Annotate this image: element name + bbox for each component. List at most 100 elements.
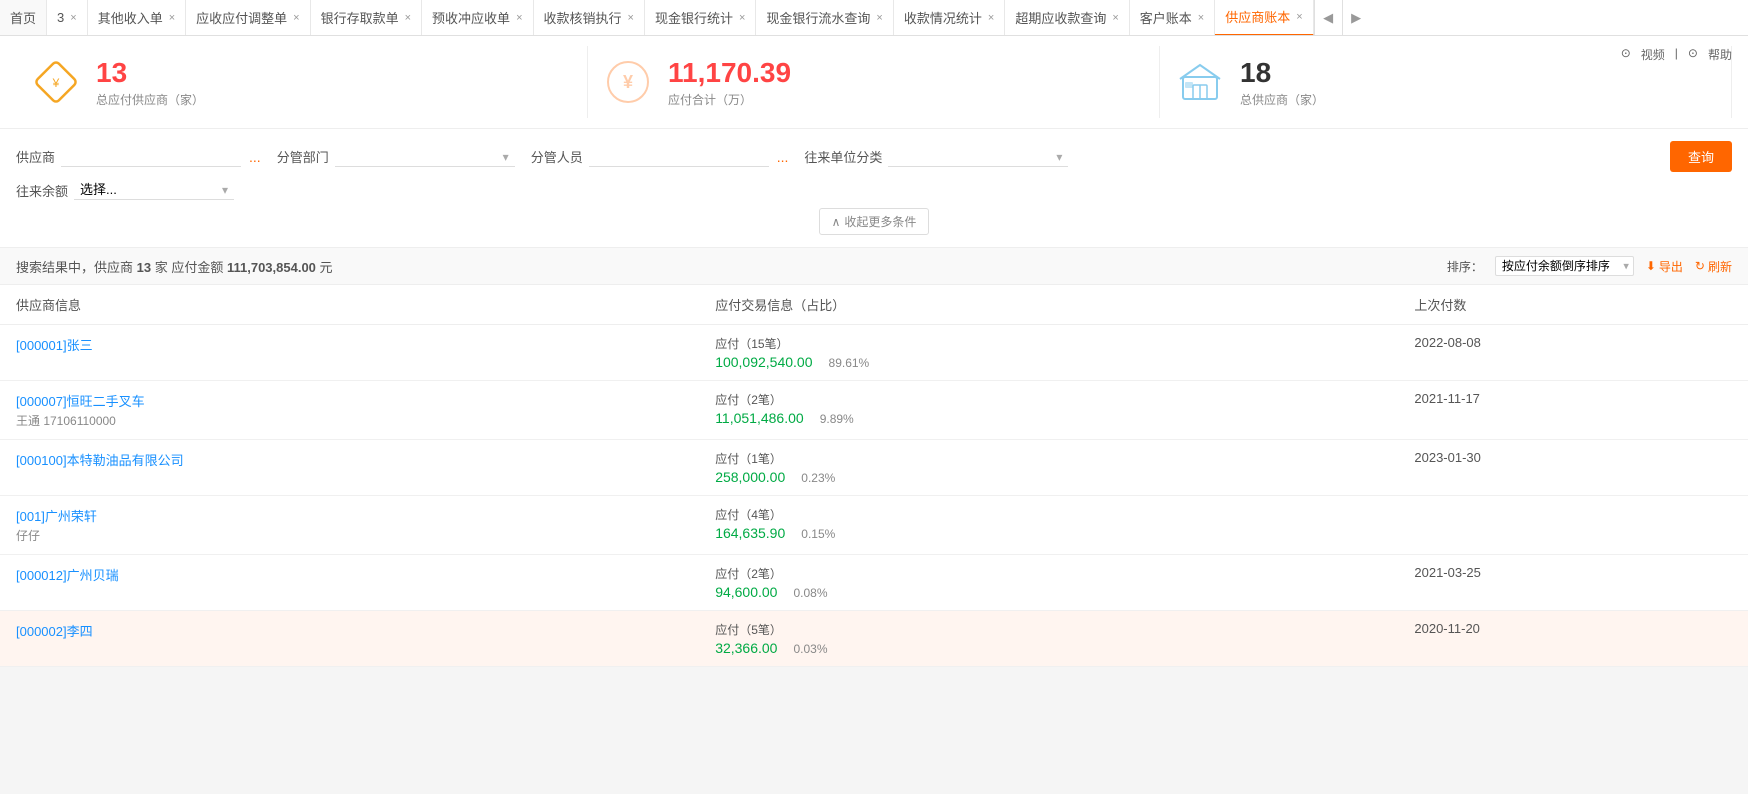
close-tab-cash-stats-icon[interactable]: × [739,12,745,24]
balance-label: 往来余额 [16,181,68,200]
category-select[interactable] [888,147,1068,167]
data-table: 供应商信息 应付交易信息（占比） 上次付数 [000001]张三 应付（15笔）… [0,285,1748,667]
close-tab-ar-adjustment-icon[interactable]: × [293,12,299,24]
supplier-link-5[interactable]: [000012]广州贝瑞 [16,568,119,583]
sort-select[interactable]: 按应付余额倒序排序 [1495,256,1634,276]
last-payment-5: 2021-03-25 [1398,555,1748,611]
nav-tab-collection[interactable]: 收款核销执行 × [534,0,645,36]
close-tab-other-income-icon[interactable]: × [169,12,175,24]
table-header-row: 供应商信息 应付交易信息（占比） 上次付数 [0,285,1748,325]
summary-content-payable-amount: 11,170.39 应付合计（万） [668,56,791,109]
table-row: [000100]本特勒油品有限公司 应付（1笔） 258,000.00 0.23… [0,440,1748,496]
collapse-icon: ∧ [832,215,841,229]
nav-tab-customer-ledger[interactable]: 客户账本 × [1130,0,1215,36]
tx-amount-1[interactable]: 100,092,540.00 [715,354,812,370]
filter-row-2: 往来余额 选择... [16,180,1732,200]
nav-tab-cash-flow[interactable]: 现金银行流水查询 × [756,0,893,36]
supplier-cell-3: [000100]本特勒油品有限公司 [0,440,699,496]
supplier-link-4[interactable]: [001]广州荣轩 [16,509,97,524]
nav-tab-cash-stats[interactable]: 现金银行统计 × [645,0,756,36]
query-button[interactable]: 查询 [1670,141,1732,172]
tx-amount-2[interactable]: 11,051,486.00 [715,410,804,426]
close-tab-bank-deposit-icon[interactable]: × [405,12,411,24]
nav-tab-supplier-ledger[interactable]: 供应商账本 × [1215,0,1313,36]
close-tab-cash-flow-icon[interactable]: × [876,12,882,24]
circle-icon: ⊙ [1621,46,1631,63]
person-input[interactable] [589,147,769,167]
close-tab-supplier-ledger-icon[interactable]: × [1296,11,1302,23]
table-row: [000012]广州贝瑞 应付（2笔） 94,600.00 0.08% 2021… [0,555,1748,611]
supplier-link-6[interactable]: [000002]李四 [16,624,93,639]
diamond-icon: ¥ [26,52,86,112]
video-link[interactable]: 视频 [1641,46,1665,63]
nav-tab-ar-adjustment[interactable]: 应收应付调整单 × [186,0,310,36]
tx-cell-4: 应付（4笔） 164,635.90 0.15% [699,496,1398,555]
supplier-sub-2: 王通 17106110000 [16,412,683,429]
nav-tab-bank-deposit[interactable]: 银行存取款单 × [311,0,422,36]
tx-cell-5: 应付（2笔） 94,600.00 0.08% [699,555,1398,611]
close-tab-3-icon[interactable]: × [70,12,76,24]
balance-select[interactable]: 选择... [74,180,234,200]
col-header-last-payment: 上次付数 [1398,285,1748,325]
table-row: [001]广州荣轩 仔仔 应付（4笔） 164,635.90 0.15% [0,496,1748,555]
close-tab-customer-ledger-icon[interactable]: × [1198,12,1204,24]
total-suppliers-label: 总供应商（家） [1240,91,1324,108]
nav-tab-home[interactable]: 首页 [0,0,47,36]
close-tab-prepay-icon[interactable]: × [516,12,522,24]
tx-label-4: 应付（4笔） [715,506,1382,523]
col-header-supplier: 供应商信息 [0,285,699,325]
supplier-link-2[interactable]: [000007]恒旺二手叉车 [16,394,145,409]
supplier-cell-6: [000002]李四 [0,611,699,667]
tx-amount-5[interactable]: 94,600.00 [715,584,777,600]
nav-tab-3[interactable]: 3 × [47,0,88,36]
supplier-input[interactable] [61,147,241,167]
main-content: 供应商信息 应付交易信息（占比） 上次付数 [000001]张三 应付（15笔）… [0,285,1748,667]
last-payment-4 [1398,496,1748,555]
dept-select[interactable] [335,147,515,167]
tx-percent-5: 0.08% [793,586,827,600]
close-tab-overdue-icon[interactable]: × [1112,12,1118,24]
nav-tab-other-income[interactable]: 其他收入单 × [88,0,186,36]
last-payment-1: 2022-08-08 [1398,325,1748,381]
circle-icon2: ⊙ [1688,46,1698,63]
supplier-ellipsis-btn[interactable]: ... [249,149,261,165]
supplier-link-3[interactable]: [000100]本特勒油品有限公司 [16,453,184,468]
total-suppliers-number: 18 [1240,56,1324,90]
collapse-button[interactable]: ∧ 收起更多条件 [819,208,930,235]
filter-dept: 分管部门 [277,147,515,167]
nav-tab-prepay[interactable]: 预收冲应收单 × [422,0,533,36]
top-navigation: 首页 3 × 其他收入单 × 应收应付调整单 × 银行存取款单 × 预收冲应收单… [0,0,1748,36]
close-tab-collection-stats-icon[interactable]: × [988,12,994,24]
nav-tab-collection-stats[interactable]: 收款情况统计 × [894,0,1005,36]
payable-amount-number: 11,170.39 [668,56,791,90]
supplier-cell-4: [001]广州荣轩 仔仔 [0,496,699,555]
summary-content-payable-suppliers: 13 总应付供应商（家） [96,56,204,109]
table-row: [000002]李四 应付（5笔） 32,366.00 0.03% 2020-1… [0,611,1748,667]
tx-amount-3[interactable]: 258,000.00 [715,469,785,485]
tx-cell-6: 应付（5笔） 32,366.00 0.03% [699,611,1398,667]
tx-amount-6[interactable]: 32,366.00 [715,640,777,656]
sort-select-wrap: 按应付余额倒序排序 [1495,256,1634,276]
supplier-link-1[interactable]: [000001]张三 [16,338,93,353]
tx-label-2: 应付（2笔） [715,391,1382,408]
refresh-button[interactable]: ↻ 刷新 [1695,258,1732,275]
dept-select-wrap [335,147,515,167]
category-select-wrap [888,147,1068,167]
last-payment-6: 2020-11-20 [1398,611,1748,667]
right-tools: 排序： 按应付余额倒序排序 ⬇ 导出 ↻ 刷新 [1447,256,1732,276]
close-tab-collection-icon[interactable]: × [628,12,634,24]
export-button[interactable]: ⬇ 导出 [1646,258,1683,275]
nav-tab-overdue[interactable]: 超期应收款查询 × [1005,0,1129,36]
tx-amount-4[interactable]: 164,635.90 [715,525,785,541]
tx-row-4: 164,635.90 0.15% [715,523,1382,541]
tx-row-6: 32,366.00 0.03% [715,638,1382,656]
top-links: ⊙ 视频 | ⊙ 帮助 [1621,46,1732,63]
nav-left-arrow[interactable]: ◀ [1314,0,1342,36]
tx-cell-1: 应付（15笔） 100,092,540.00 89.61% [699,325,1398,381]
last-payment-3: 2023-01-30 [1398,440,1748,496]
last-payment-2: 2021-11-17 [1398,381,1748,440]
nav-right-arrow[interactable]: ▶ [1342,0,1370,36]
person-ellipsis-btn[interactable]: ... [777,149,789,165]
help-link[interactable]: 帮助 [1708,46,1732,63]
filter-row-1: 供应商 ... 分管部门 分管人员 ... 往来单位分类 [16,141,1732,172]
